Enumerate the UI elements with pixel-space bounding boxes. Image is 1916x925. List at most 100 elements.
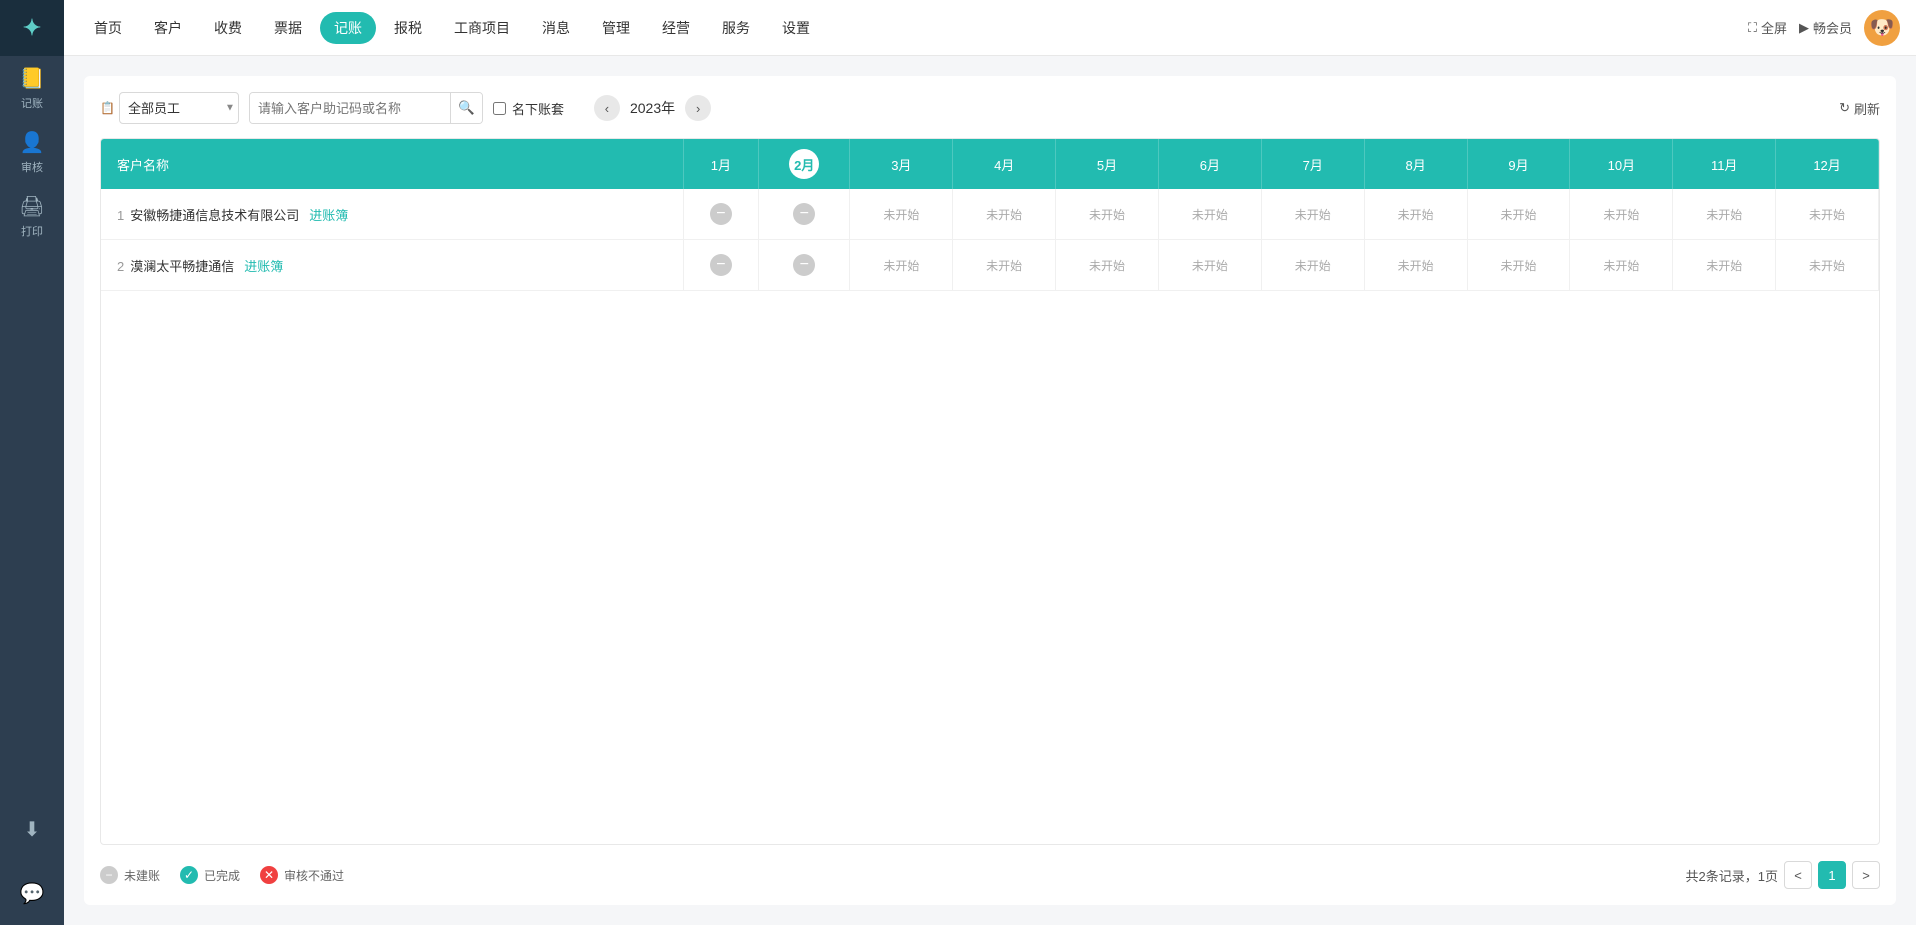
- month-cell-11: 未开始: [1673, 240, 1776, 291]
- month-cell-10: 未开始: [1570, 240, 1673, 291]
- status-not-started: 未开始: [1603, 208, 1639, 222]
- row-number: 1: [117, 208, 124, 223]
- month-cell-6: 未开始: [1158, 189, 1261, 240]
- month-cell-3: 未开始: [850, 240, 953, 291]
- status-not-started: 未开始: [1295, 259, 1331, 273]
- month-cell-9: 未开始: [1467, 189, 1570, 240]
- month-cell-7: 未开始: [1261, 240, 1364, 291]
- status-minus-icon: −: [710, 203, 732, 225]
- footer: − 未建账 ✓ 已完成 ✕ 审核不通过 共2条记录，1页 < 1 >: [100, 861, 1880, 889]
- status-minus-icon: −: [793, 254, 815, 276]
- active-month-circle: 2月: [789, 149, 819, 179]
- toolbar: 📋 全部员工 ▼ 🔍 名下账套 ‹: [100, 92, 1880, 124]
- sidebar-item-download[interactable]: ⬇: [0, 797, 64, 861]
- current-page-button[interactable]: 1: [1818, 861, 1846, 889]
- nav-service[interactable]: 服务: [708, 12, 764, 44]
- year-display: 2023年: [630, 98, 675, 118]
- status-not-started: 未开始: [883, 259, 919, 273]
- company-name: 安徽畅捷通信息技术有限公司: [130, 208, 299, 223]
- table-row: 2漠澜太平畅捷通信进账簿−−未开始未开始未开始未开始未开始未开始未开始未开始未开…: [101, 240, 1879, 291]
- top-nav: 首页 客户 收费 票据 记账 报税 工商项目 消息 管理 经营 服务 设置 ⛶ …: [64, 0, 1916, 56]
- employee-badge-icon: 📋: [100, 101, 115, 115]
- status-not-started: 未开始: [1500, 208, 1536, 222]
- nav-invoice[interactable]: 票据: [260, 12, 316, 44]
- next-page-button[interactable]: >: [1852, 861, 1880, 889]
- refresh-button[interactable]: ↻ 刷新: [1839, 99, 1880, 118]
- month-cell-6: 未开始: [1158, 240, 1261, 291]
- employee-select[interactable]: 全部员工: [119, 92, 239, 124]
- prev-year-button[interactable]: ‹: [594, 95, 620, 121]
- entry-link[interactable]: 进账簿: [309, 208, 348, 223]
- entry-link[interactable]: 进账簿: [244, 259, 283, 274]
- month-cell-1: −: [683, 240, 759, 291]
- col-name: 客户名称: [101, 139, 683, 189]
- nav-bookkeeping[interactable]: 记账: [320, 12, 376, 44]
- my-accounts-checkbox-label[interactable]: 名下账套: [493, 99, 564, 118]
- status-not-started: 未开始: [1398, 259, 1434, 273]
- month-cell-3: 未开始: [850, 189, 953, 240]
- main-card: 📋 全部员工 ▼ 🔍 名下账套 ‹: [84, 76, 1896, 905]
- nav-right: ⛶ 全屏 ▶ 畅会员 🐶: [1748, 10, 1900, 46]
- year-nav: ‹ 2023年 ›: [594, 95, 711, 121]
- status-not-started: 未开始: [1089, 208, 1125, 222]
- fullscreen-label: 全屏: [1761, 18, 1787, 37]
- nav-tax[interactable]: 报税: [380, 12, 436, 44]
- legend-rejected: ✕ 审核不通过: [260, 866, 344, 884]
- table-row: 1 安徽畅捷通信息技术有限公司进账簿 − − 未开始 未开始 未开始 未开始 未开始 未开始 未开始…: [101, 189, 1879, 240]
- search-input[interactable]: [250, 93, 450, 123]
- month-cell-8: 未开始: [1364, 240, 1467, 291]
- sidebar-item-bookkeeping[interactable]: 📒 记账: [0, 56, 64, 120]
- nav-operation[interactable]: 经营: [648, 12, 704, 44]
- month-cell-7: 未开始: [1261, 189, 1364, 240]
- legend-completed-label: 已完成: [204, 867, 240, 884]
- status-not-started: 未开始: [986, 259, 1022, 273]
- legend-not-started: − 未建账: [100, 866, 160, 884]
- nav-billing[interactable]: 收费: [200, 12, 256, 44]
- avatar[interactable]: 🐶: [1864, 10, 1900, 46]
- fullscreen-button[interactable]: ⛶ 全屏: [1748, 18, 1787, 37]
- month-cell-4: 未开始: [953, 189, 1056, 240]
- main-table: 客户名称 1月 2月 3月 4月 5月 6月 7月 8月 9月 10月 11月: [101, 139, 1879, 291]
- member-button[interactable]: ▶ 畅会员: [1799, 18, 1852, 37]
- member-label: 畅会员: [1813, 18, 1852, 37]
- table-container: 客户名称 1月 2月 3月 4月 5月 6月 7月 8月 9月 10月 11月: [100, 138, 1880, 845]
- audit-icon: 👤: [20, 130, 45, 155]
- my-accounts-label: 名下账套: [512, 99, 564, 118]
- status-not-started: 未开始: [1398, 208, 1434, 222]
- status-not-started: 未开始: [1706, 259, 1742, 273]
- refresh-icon: ↻: [1839, 100, 1850, 116]
- status-not-started: 未开始: [986, 208, 1022, 222]
- status-not-started: 未开始: [1500, 259, 1536, 273]
- total-text: 共2条记录，1页: [1686, 866, 1778, 885]
- status-not-started: 未开始: [1295, 208, 1331, 222]
- pagination: 共2条记录，1页 < 1 >: [1686, 861, 1880, 889]
- status-minus-icon: −: [793, 203, 815, 225]
- logo: ✦: [0, 0, 64, 56]
- company-name: 漠澜太平畅捷通信: [130, 259, 234, 274]
- sidebar-item-audit[interactable]: 👤 审核: [0, 120, 64, 184]
- col-m10: 10月: [1570, 139, 1673, 189]
- sidebar-item-print[interactable]: 🖨 打印: [0, 184, 64, 248]
- month-cell-2: −: [759, 240, 850, 291]
- nav-business[interactable]: 工商项目: [440, 12, 524, 44]
- search-button[interactable]: 🔍: [450, 92, 482, 124]
- my-accounts-checkbox[interactable]: [493, 102, 506, 115]
- status-not-started: 未开始: [1809, 208, 1845, 222]
- nav-home[interactable]: 首页: [80, 12, 136, 44]
- sidebar-item-support[interactable]: 💬: [0, 861, 64, 925]
- status-not-started: 未开始: [1089, 259, 1125, 273]
- prev-page-button[interactable]: <: [1784, 861, 1812, 889]
- nav-message[interactable]: 消息: [528, 12, 584, 44]
- nav-settings[interactable]: 设置: [768, 12, 824, 44]
- legend-rejected-label: 审核不通过: [284, 867, 344, 884]
- status-not-started: 未开始: [1192, 259, 1228, 273]
- nav-management[interactable]: 管理: [588, 12, 644, 44]
- col-m12: 12月: [1776, 139, 1879, 189]
- legend-dot-teal: ✓: [180, 866, 198, 884]
- nav-customer[interactable]: 客户: [140, 12, 196, 44]
- main-area: 首页 客户 收费 票据 记账 报税 工商项目 消息 管理 经营 服务 设置 ⛶ …: [64, 0, 1916, 925]
- legend-completed: ✓ 已完成: [180, 866, 240, 884]
- print-icon: 🖨: [19, 194, 44, 219]
- next-year-button[interactable]: ›: [685, 95, 711, 121]
- status-minus-icon: −: [710, 254, 732, 276]
